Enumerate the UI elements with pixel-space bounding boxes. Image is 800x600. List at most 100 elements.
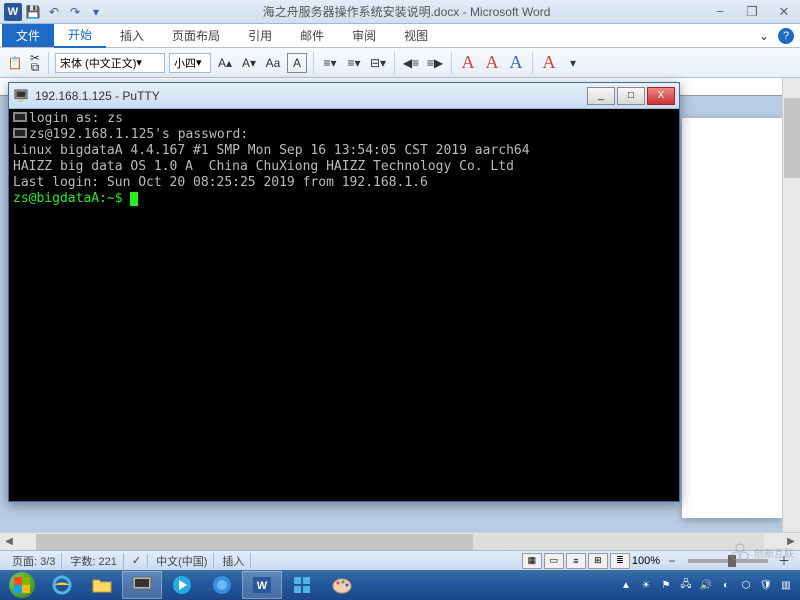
volume-icon[interactable]: 🔊 <box>698 577 714 593</box>
word-count[interactable]: 字数: 221 <box>64 553 123 569</box>
tray-icon-2[interactable]: ◐ <box>718 577 734 593</box>
copy-button[interactable]: ⧉ <box>28 63 42 73</box>
fullscreen-view[interactable]: ▭ <box>544 553 564 569</box>
style-heading1[interactable]: A <box>458 53 478 73</box>
flag-icon[interactable]: ⚑ <box>658 577 674 593</box>
document-page[interactable] <box>682 118 782 518</box>
tray-icon-3[interactable]: ⬡ <box>738 577 754 593</box>
style-heading3[interactable]: A <box>506 53 526 73</box>
tray-icon-1[interactable]: ☀ <box>638 577 654 593</box>
network-icon[interactable]: 🖧 <box>678 577 694 593</box>
font-name-select[interactable]: 宋体 (中文正文) ▾ <box>55 53 165 73</box>
system-tray: ▲ ☀ ⚑ 🖧 🔊 ◐ ⬡ 🛡 ▥ <box>618 577 798 593</box>
scroll-thumb[interactable] <box>784 98 800 178</box>
putty-icon <box>13 88 29 104</box>
taskbar-explorer[interactable] <box>82 571 122 599</box>
multilevel-button[interactable]: ⊟▾ <box>368 53 388 73</box>
undo-button[interactable]: ↶ <box>45 3 63 21</box>
close-button[interactable]: ✕ <box>772 4 796 20</box>
terminal-icon <box>13 112 27 126</box>
change-case-button[interactable]: Aa <box>263 53 283 73</box>
putty-title-text: 192.168.1.125 - PuTTY <box>35 89 587 103</box>
paste-button[interactable]: 📋 <box>4 52 26 74</box>
font-size-select[interactable]: 小四 ▾ <box>169 53 211 73</box>
tab-review[interactable]: 审阅 <box>338 24 390 47</box>
putty-taskbar-icon <box>131 574 153 596</box>
svg-text:W: W <box>257 580 268 592</box>
outline-view[interactable]: ⊞ <box>588 553 608 569</box>
status-bar: 页面: 3/3 字数: 221 ✓ 中文(中国) 插入 ▦ ▭ ≡ ⊞ ≣ 10… <box>0 550 800 570</box>
taskbar-app1[interactable] <box>282 571 322 599</box>
ribbon-minimize-icon[interactable]: ⌄ <box>754 26 774 46</box>
tab-view[interactable]: 视图 <box>390 24 442 47</box>
hscroll-thumb[interactable] <box>36 534 473 550</box>
tab-layout[interactable]: 页面布局 <box>158 24 234 47</box>
term-line-3: Linux bigdataA 4.4.167 #1 SMP Mon Sep 16… <box>13 143 530 158</box>
tray-arrow-icon[interactable]: ▲ <box>618 577 634 593</box>
taskbar-word[interactable]: W <box>242 571 282 599</box>
save-button[interactable]: 💾 <box>24 3 42 21</box>
insert-mode[interactable]: 插入 <box>216 553 251 569</box>
taskbar: W ▲ ☀ ⚑ 🖧 🔊 ◐ ⬡ 🛡 ▥ <box>0 570 800 600</box>
qat-customize[interactable]: ▾ <box>87 3 105 21</box>
decrease-indent-button[interactable]: ◀≡ <box>401 53 421 73</box>
shield-icon[interactable]: 🛡 <box>758 577 774 593</box>
style-normal[interactable]: A <box>539 53 559 73</box>
redo-button[interactable]: ↷ <box>66 3 84 21</box>
putty-title-bar[interactable]: 192.168.1.125 - PuTTY _ □ X <box>9 83 679 109</box>
shrink-font-button[interactable]: A▾ <box>239 53 259 73</box>
maximize-button[interactable]: ❐ <box>740 4 764 20</box>
language-status[interactable]: 中文(中国) <box>150 553 214 569</box>
watermark-logo-icon <box>728 540 752 564</box>
tab-home[interactable]: 开始 <box>54 23 106 48</box>
print-layout-view[interactable]: ▦ <box>522 553 542 569</box>
file-tab[interactable]: 文件 <box>2 24 54 47</box>
play-icon <box>171 574 193 596</box>
grow-font-button[interactable]: A▴ <box>215 53 235 73</box>
taskbar-browser[interactable] <box>202 571 242 599</box>
watermark: 创新互联 <box>728 540 794 564</box>
tab-insert[interactable]: 插入 <box>106 24 158 47</box>
document-title: 海之舟服务器操作系统安装说明.docx - Microsoft Word <box>105 3 708 20</box>
style-heading2[interactable]: A <box>482 53 502 73</box>
taskbar-ie[interactable] <box>42 571 82 599</box>
zoom-label[interactable]: 100% <box>632 555 660 567</box>
styles-expand[interactable]: ▾ <box>563 53 583 73</box>
scroll-left-button[interactable]: ◀ <box>0 534 18 550</box>
bullets-button[interactable]: ≡▾ <box>320 53 340 73</box>
taskbar-mediaplayer[interactable] <box>162 571 202 599</box>
putty-window: 192.168.1.125 - PuTTY _ □ X login as: zs… <box>8 82 680 502</box>
increase-indent-button[interactable]: ≡▶ <box>425 53 445 73</box>
tab-mailings[interactable]: 邮件 <box>286 24 338 47</box>
word-title-bar: W 💾 ↶ ↷ ▾ 海之舟服务器操作系统安装说明.docx - Microsof… <box>0 0 800 24</box>
start-button[interactable] <box>2 571 42 599</box>
help-icon[interactable]: ? <box>778 28 794 44</box>
web-view[interactable]: ≡ <box>566 553 586 569</box>
horizontal-scrollbar[interactable]: ◀ ▶ <box>0 532 800 550</box>
quick-access-toolbar: 💾 ↶ ↷ ▾ <box>24 3 105 21</box>
numbering-button[interactable]: ≡▾ <box>344 53 364 73</box>
term-line-1-input: zs <box>107 111 123 126</box>
putty-maximize-button[interactable]: □ <box>617 87 645 105</box>
term-prompt: zs@bigdataA:~$ <box>13 191 130 206</box>
taskbar-putty[interactable] <box>122 571 162 599</box>
char-border-button[interactable]: A <box>287 53 307 73</box>
draft-view[interactable]: ≣ <box>610 553 630 569</box>
vertical-scrollbar[interactable] <box>782 78 800 550</box>
minimize-button[interactable]: − <box>708 4 732 20</box>
ribbon-tabs: 文件 开始 插入 页面布局 引用 邮件 审阅 视图 ⌄ ? <box>0 24 800 48</box>
proofing-icon[interactable]: ✓ <box>126 554 148 567</box>
cursor-icon <box>130 192 138 206</box>
term-line-5: Last login: Sun Oct 20 08:25:25 2019 fro… <box>13 175 428 190</box>
zoom-out-button[interactable]: − <box>662 551 682 571</box>
tray-icon-4[interactable]: ▥ <box>778 577 794 593</box>
folder-icon <box>91 574 113 596</box>
taskbar-paint[interactable] <box>322 571 362 599</box>
scroll-track[interactable] <box>36 534 764 550</box>
terminal[interactable]: login as: zs zs@192.168.1.125's password… <box>9 109 679 501</box>
putty-minimize-button[interactable]: _ <box>587 87 615 105</box>
tab-references[interactable]: 引用 <box>234 24 286 47</box>
page-status[interactable]: 页面: 3/3 <box>6 553 62 569</box>
window-controls: − ❐ ✕ <box>708 4 796 20</box>
putty-close-button[interactable]: X <box>647 87 675 105</box>
